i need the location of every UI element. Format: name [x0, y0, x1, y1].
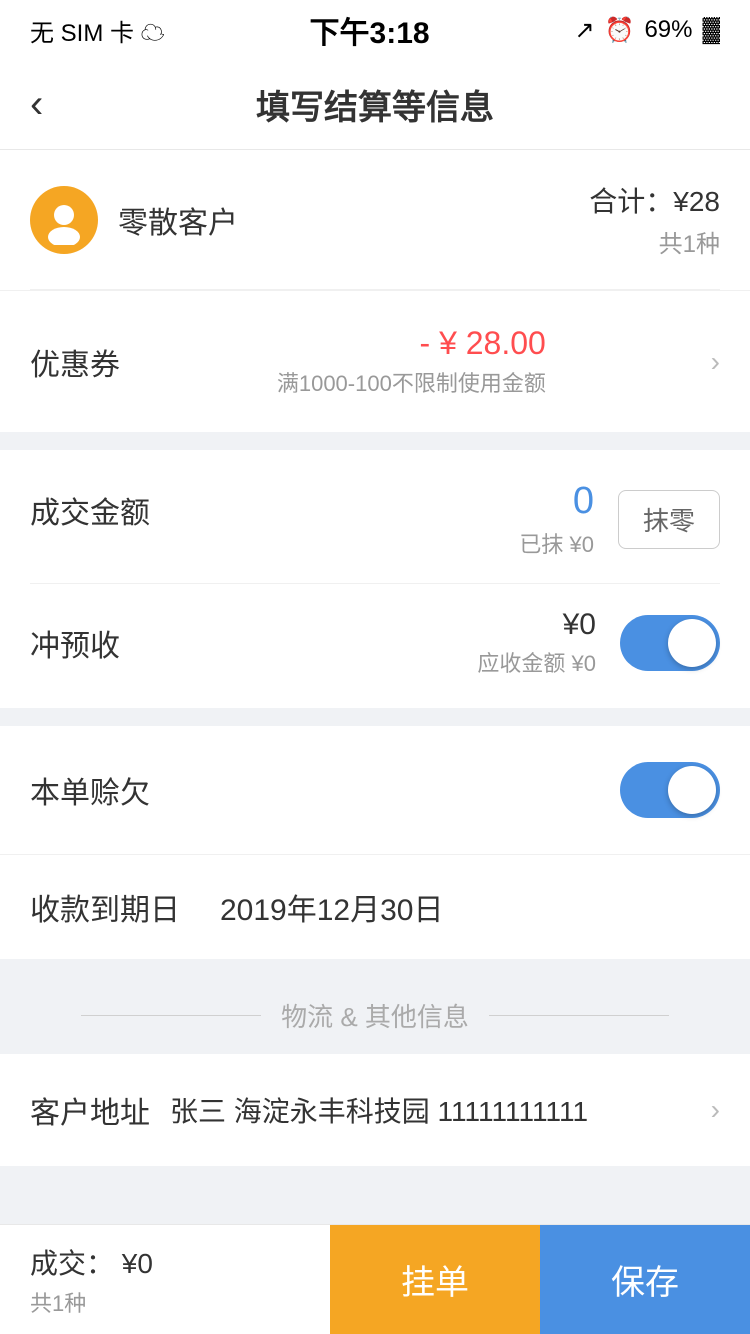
pre-right: ¥0 应收金额 ¥0 [477, 608, 720, 678]
coupon-arrow-icon: › [711, 346, 720, 378]
battery-icon: ▓ [702, 16, 720, 44]
amount-sub: 已抹 ¥0 [519, 527, 594, 559]
address-label: 客户地址 [30, 1088, 150, 1132]
logistics-label: 物流 & 其他信息 [281, 997, 469, 1034]
customer-row: 零散客户 合计：¥28 共1种 [0, 150, 750, 289]
save-button[interactable]: 保存 [540, 1225, 750, 1334]
debt-row: 本单赊欠 [0, 726, 750, 854]
bottom-bar: 成交： ¥0 共1种 挂单 保存 [0, 1224, 750, 1334]
avatar [30, 186, 98, 254]
status-left: 无 SIM 卡 ☁ [30, 13, 165, 48]
pending-button[interactable]: 挂单 [330, 1225, 540, 1334]
customer-name: 零散客户 [118, 198, 238, 242]
logistics-line-right [489, 1015, 669, 1016]
debt-toggle[interactable] [620, 762, 720, 818]
address-arrow-icon: › [711, 1094, 720, 1126]
pre-value: ¥0 [477, 608, 596, 642]
debt-section: 本单赊欠 收款到期日 2019年12月30日 [0, 726, 750, 959]
address-value: 张三 海淀永丰科技园 11111111111 [150, 1090, 711, 1130]
logistics-line-left [81, 1015, 261, 1016]
coupon-desc: 满1000-100不限制使用金额 [277, 366, 546, 398]
due-date-row: 收款到期日 2019年12月30日 [0, 854, 750, 959]
customer-total: 合计：¥28 [589, 180, 720, 220]
coupon-row[interactable]: 优惠券 - ¥ 28.00 满1000-100不限制使用金额 › [0, 290, 750, 432]
debt-toggle-knob [668, 766, 716, 814]
pre-sub: 应收金额 ¥0 [477, 646, 596, 678]
page-title: 填写结算等信息 [256, 80, 494, 129]
address-section: 客户地址 张三 海淀永丰科技园 11111111111 › [0, 1054, 750, 1166]
logistics-section: 物流 & 其他信息 [0, 977, 750, 1054]
pre-received-row: 冲预收 ¥0 应收金额 ¥0 [0, 584, 750, 708]
pre-label: 冲预收 [30, 621, 120, 665]
bottom-summary: 成交： ¥0 共1种 [0, 1242, 330, 1318]
bottom-count-label: 共1种 [30, 1286, 300, 1318]
sim-label: 无 SIM 卡 ☁ [30, 13, 165, 48]
toggle-knob [668, 619, 716, 667]
due-label: 收款到期日 [30, 885, 180, 929]
logistics-label-row: 物流 & 其他信息 [0, 997, 750, 1034]
bottom-deal-label: 成交： ¥0 [30, 1242, 300, 1282]
status-bar: 无 SIM 卡 ☁ 下午3:18 ↗ ⏰ 69% ▓ [0, 0, 750, 60]
amount-value-block: 0 已抹 ¥0 [519, 480, 594, 559]
address-row[interactable]: 客户地址 张三 海淀永丰科技园 11111111111 › [0, 1054, 750, 1166]
coupon-discount: - ¥ 28.00 [277, 325, 546, 362]
customer-total-block: 合计：¥28 共1种 [589, 180, 720, 259]
debt-label: 本单赊欠 [30, 768, 150, 812]
nav-bar: ‹ 填写结算等信息 [0, 60, 750, 150]
customer-section: 零散客户 合计：¥28 共1种 优惠券 - ¥ 28.00 满1000-100不… [0, 150, 750, 432]
amount-label: 成交金额 [30, 480, 150, 532]
amount-right: 0 已抹 ¥0 抹零 [519, 480, 720, 559]
amount-value: 0 [519, 480, 594, 523]
coupon-label: 优惠券 [30, 340, 120, 384]
round-zero-button[interactable]: 抹零 [618, 490, 720, 549]
due-value: 2019年12月30日 [220, 885, 443, 929]
location-icon: ↗ [574, 16, 594, 45]
battery-label: 69% [644, 16, 692, 44]
amount-section: 成交金额 0 已抹 ¥0 抹零 冲预收 ¥0 应收金额 ¥0 [0, 450, 750, 708]
status-right: ↗ ⏰ 69% ▓ [574, 16, 720, 45]
pre-value-block: ¥0 应收金额 ¥0 [477, 608, 596, 678]
customer-left: 零散客户 [30, 186, 238, 254]
alarm-icon: ⏰ [605, 16, 635, 45]
customer-count: 共1种 [589, 224, 720, 259]
coupon-right: - ¥ 28.00 满1000-100不限制使用金额 [277, 325, 546, 398]
pre-received-toggle[interactable] [620, 615, 720, 671]
amount-row: 成交金额 0 已抹 ¥0 抹零 [0, 450, 750, 583]
back-button[interactable]: ‹ [30, 82, 43, 127]
status-time: 下午3:18 [310, 8, 430, 52]
